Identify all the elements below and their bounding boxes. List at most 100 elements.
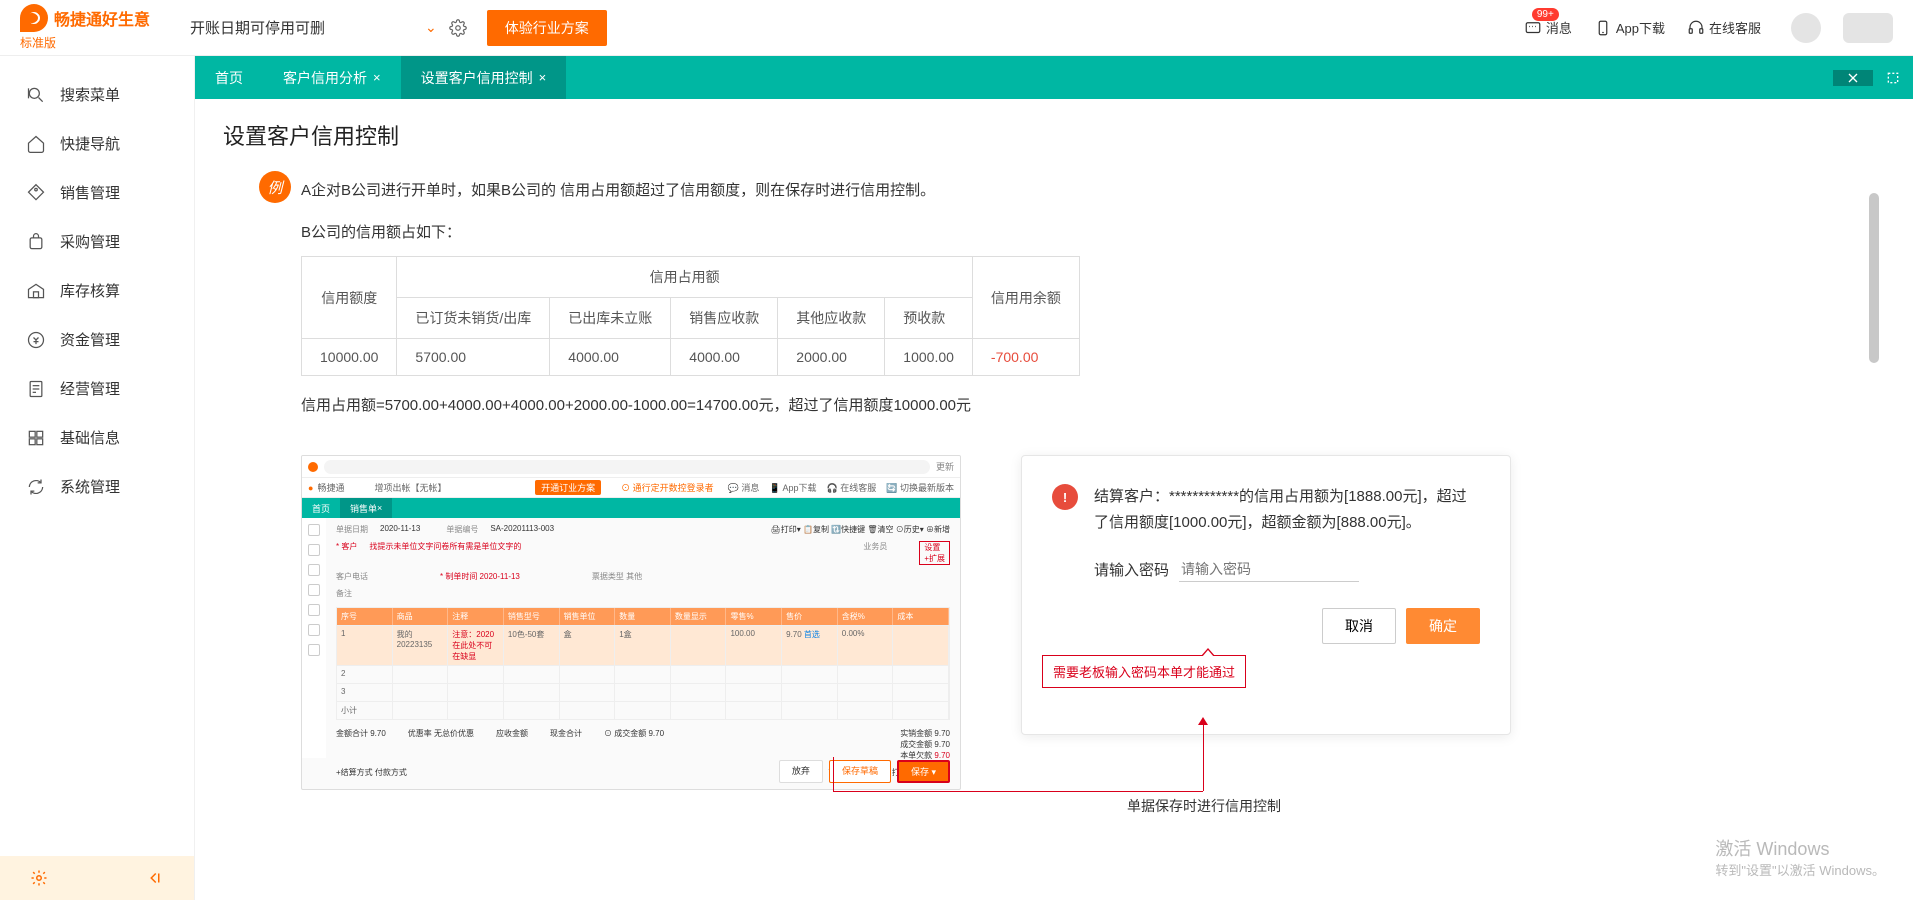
money-icon (26, 330, 46, 350)
account-selector[interactable]: 开账日期可停用可删 ⌄ (190, 17, 437, 38)
sidebar-item-operation[interactable]: 经营管理 (0, 364, 194, 413)
form-screenshot: 更新 ●畅捷通增项出帐【无帐】开通订业方案⊙ 通行定开数控登录者💬 消息📱 Ap… (301, 455, 961, 790)
password-input[interactable] (1179, 557, 1359, 582)
brand-block: 畅捷通好生意 标准版 (20, 4, 150, 51)
connector-line (1203, 723, 1204, 791)
cell-limit: 10000.00 (302, 339, 397, 376)
dialog-ok-button[interactable]: 确定 (1406, 608, 1480, 644)
warehouse-icon (26, 281, 46, 301)
sidebar-item-label: 销售管理 (60, 182, 120, 203)
cell-e: 1000.00 (885, 339, 973, 376)
sidebar-item-purchase[interactable]: 采购管理 (0, 217, 194, 266)
messages-link[interactable]: 99+ 消息 (1524, 18, 1572, 37)
sidebar: 搜索菜单 快捷导航 销售管理 采购管理 库存核算 资金管理 经营管理 基础信息 … (0, 56, 195, 900)
dialog-cancel-button[interactable]: 取消 (1322, 608, 1396, 644)
grid-icon (26, 428, 46, 448)
table-row: 10000.00 5700.00 4000.00 4000.00 2000.00… (302, 339, 1080, 376)
content-card: 例 A企对B公司进行开单时，如果B公司的 信用占用额超过了信用额度，则在保存时进… (223, 165, 1885, 826)
sidebar-item-inventory[interactable]: 库存核算 (0, 266, 194, 315)
collapse-icon[interactable] (146, 869, 164, 887)
tabbar: 首页 客户信用分析 × 设置客户信用控制 × (195, 56, 1913, 99)
sidebar-item-system[interactable]: 系统管理 (0, 462, 194, 511)
message-icon (1524, 19, 1542, 37)
close-icon[interactable]: × (373, 70, 381, 85)
doc-icon (26, 379, 46, 399)
scroll-thumb[interactable] (1869, 193, 1879, 363)
cell-c: 4000.00 (671, 339, 778, 376)
sidebar-item-basic-info[interactable]: 基础信息 (0, 413, 194, 462)
tab-label: 首页 (215, 68, 243, 88)
sidebar-item-label: 资金管理 (60, 329, 120, 350)
credit-intro: B公司的信用额占如下： (223, 213, 1885, 256)
gear-icon[interactable] (449, 19, 467, 37)
page-title: 设置客户信用控制 (195, 99, 1913, 165)
headset-icon (1687, 19, 1705, 37)
sidebar-item-finance[interactable]: 资金管理 (0, 315, 194, 364)
settings-icon[interactable] (30, 869, 48, 887)
account-selector-label: 开账日期可停用可删 (190, 17, 325, 38)
tab-credit-control[interactable]: 设置客户信用控制 × (401, 56, 567, 99)
fullscreen-button[interactable] (1873, 70, 1913, 86)
sidebar-item-sales[interactable]: 销售管理 (0, 168, 194, 217)
online-support-label: 在线客服 (1709, 18, 1761, 37)
cell-a: 5700.00 (397, 339, 550, 376)
sidebar-item-label: 系统管理 (60, 476, 120, 497)
user-avatar[interactable] (1791, 13, 1821, 43)
app-header: 畅捷通好生意 标准版 开账日期可停用可删 ⌄ 体验行业方案 99+ 消息 App… (0, 0, 1913, 56)
th-sub-c: 销售应收款 (671, 298, 778, 339)
tab-label: 设置客户信用控制 (421, 68, 533, 88)
credit-table: 信用额度 信用占用额 信用用余额 已订货未销货/出库 已出库未立账 销售应收款 … (301, 256, 1080, 376)
sync-icon (26, 477, 46, 497)
sidebar-item-quick-nav[interactable]: 快捷导航 (0, 119, 194, 168)
main-area: 首页 客户信用分析 × 设置客户信用控制 × 设置客户信用控制 例 A企对B公司进行… (195, 56, 1913, 900)
brand-name: 畅捷通好生意 (54, 6, 150, 30)
close-icon[interactable]: × (539, 70, 547, 85)
arrow-caption: 单据保存时进行信用控制 (523, 790, 1885, 816)
password-label: 请输入密码 (1094, 559, 1169, 580)
warning-icon: ! (1052, 484, 1078, 510)
experience-button[interactable]: 体验行业方案 (487, 10, 607, 46)
search-icon (26, 85, 46, 105)
mobile-icon (1594, 19, 1612, 37)
dialog-message: 结算客户：************的信用占用额为[1888.00元]，超过了信用… (1094, 484, 1480, 535)
tab-credit-analysis[interactable]: 客户信用分析 × (263, 56, 401, 99)
sidebar-item-label: 采购管理 (60, 231, 120, 252)
sidebar-item-label: 基础信息 (60, 427, 120, 448)
th-credit-used: 信用占用额 (397, 257, 973, 298)
sidebar-footer (0, 856, 194, 900)
tab-home[interactable]: 首页 (195, 56, 263, 99)
sidebar-item-label: 库存核算 (60, 280, 120, 301)
dialog-callout: 需要老板输入密码本单才能通过 (1042, 655, 1246, 688)
calc-line: 信用占用额=5700.00+4000.00+4000.00+2000.00-10… (223, 390, 1885, 435)
brand-logo-icon (20, 4, 48, 32)
home-icon (26, 134, 46, 154)
confirm-dialog: ! 结算客户：************的信用占用额为[1888.00元]，超过了… (1021, 455, 1511, 735)
app-download-link[interactable]: App下载 (1594, 18, 1665, 37)
th-balance: 信用用余额 (972, 257, 1079, 339)
sidebar-item-label: 经营管理 (60, 378, 120, 399)
connector-line (833, 791, 1203, 792)
sidebar-item-label: 快捷导航 (60, 133, 120, 154)
sidebar-item-search[interactable]: 搜索菜单 (0, 70, 194, 119)
user-dropdown[interactable] (1843, 13, 1893, 43)
th-sub-e: 预收款 (885, 298, 973, 339)
online-support-link[interactable]: 在线客服 (1687, 18, 1761, 37)
brand-edition: 标准版 (20, 34, 56, 51)
bag-icon (26, 232, 46, 252)
example-text: A企对B公司进行开单时，如果B公司的 信用占用额超过了信用额度，则在保存时进行信… (301, 179, 935, 203)
th-sub-b: 已出库未立账 (550, 298, 671, 339)
close-tab-button[interactable] (1833, 70, 1873, 86)
expand-icon (1885, 70, 1901, 86)
connector-line (833, 757, 834, 791)
x-icon (1845, 70, 1861, 86)
cell-balance: -700.00 (972, 339, 1079, 376)
tab-label: 客户信用分析 (283, 68, 367, 88)
chevron-down-icon: ⌄ (425, 19, 437, 36)
cell-b: 4000.00 (550, 339, 671, 376)
example-badge: 例 (259, 171, 291, 203)
tag-icon (26, 183, 46, 203)
app-download-label: App下载 (1616, 18, 1665, 37)
th-sub-a: 已订货未销货/出库 (397, 298, 550, 339)
th-sub-d: 其他应收款 (778, 298, 885, 339)
th-credit-limit: 信用额度 (302, 257, 397, 339)
